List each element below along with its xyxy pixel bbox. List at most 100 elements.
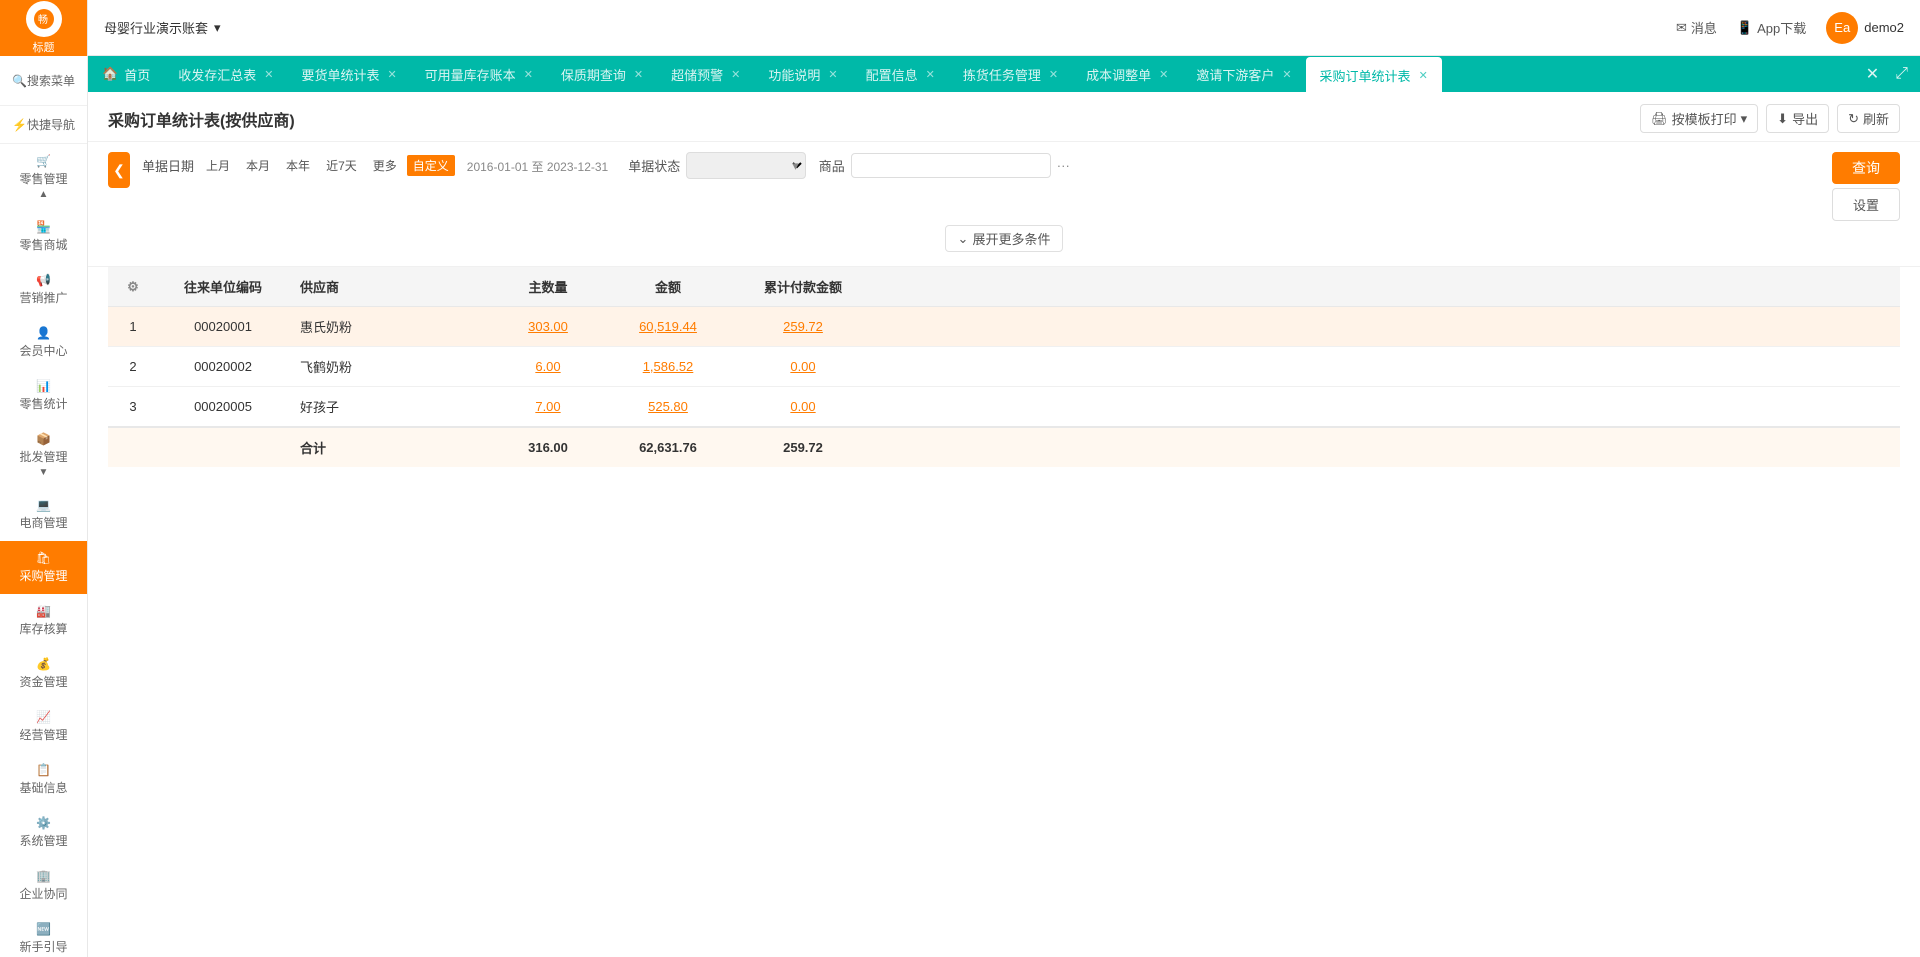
sidebar-item-finance[interactable]: 💰 资金管理 (0, 647, 87, 700)
shortcut-this-year[interactable]: 本年 (280, 155, 316, 176)
stats-icon: 📊 (36, 379, 51, 393)
column-settings-icon[interactable]: ⚙ (127, 279, 139, 295)
cell-amount[interactable]: 525.80 (608, 387, 728, 428)
cell-seq: 3 (108, 387, 158, 428)
cell-amount[interactable]: 60,519.44 (608, 307, 728, 347)
cell-supplier: 飞鹤奶粉 (288, 347, 488, 387)
tab-close-icon[interactable]: ✕ (634, 68, 643, 81)
sidebar-item-ecommerce[interactable]: 💻 电商管理 (0, 488, 87, 541)
tab-order-stats[interactable]: 要货单统计表 ✕ (287, 56, 410, 92)
cell-qty[interactable]: 303.00 (488, 307, 608, 347)
guide-icon: 🆕 (36, 922, 51, 936)
shortcut-last-month[interactable]: 上月 (200, 155, 236, 176)
sidebar-item-member[interactable]: 👤 会员中心 (0, 316, 87, 369)
quick-nav-item[interactable]: ⚡ 快捷导航 (0, 110, 87, 139)
tab-overstock-warning[interactable]: 超储预警 ✕ (657, 56, 754, 92)
status-filter-label: 单据状态 (628, 156, 680, 175)
cell-empty (878, 307, 1900, 347)
cell-supplier: 好孩子 (288, 387, 488, 428)
sidebar-logo[interactable]: 畅 标题 (0, 0, 87, 56)
tab-close-icon[interactable]: ✕ (387, 68, 396, 81)
sidebar-item-retail-stats[interactable]: 📊 零售统计 (0, 369, 87, 422)
footer-qty: 316.00 (488, 427, 608, 467)
shortcut-7days[interactable]: 近7天 (320, 155, 363, 176)
table-footer: 合计 316.00 62,631.76 259.72 (108, 427, 1900, 467)
search-menu-item[interactable]: 🔍 搜索菜单 (8, 66, 79, 95)
search-icon: 🔍 (12, 74, 27, 88)
shortcut-this-month[interactable]: 本月 (240, 155, 276, 176)
tab-close-icon[interactable]: ✕ (828, 68, 837, 81)
col-header-supplier: 供应商 (288, 267, 488, 307)
table-row: 3 00020005 好孩子 7.00 525.80 0.00 (108, 387, 1900, 428)
inventory-icon: 🏭 (36, 604, 51, 618)
tab-close-icon[interactable]: ✕ (1049, 68, 1058, 81)
chevron-down-icon: ▲ (39, 189, 49, 200)
sidebar-item-new-guide[interactable]: 🆕 新手引导 (0, 912, 87, 957)
cell-code: 00020001 (158, 307, 288, 347)
sidebar-item-retail[interactable]: 🛒 零售管理 ▲ (0, 144, 87, 210)
finance-icon: 💰 (36, 657, 51, 671)
cell-paid[interactable]: 0.00 (728, 387, 878, 428)
query-button[interactable]: 查询 (1832, 152, 1900, 184)
sidebar-item-inventory[interactable]: 🏭 库存核算 (0, 594, 87, 647)
tab-available-stock[interactable]: 可用量库存账本 ✕ (411, 56, 547, 92)
filter-settings-button[interactable]: 设置 (1832, 188, 1900, 221)
expand-more-button[interactable]: ⌄ 展开更多条件 (945, 225, 1064, 252)
custom-date-badge[interactable]: 自定义 (407, 155, 455, 176)
sidebar-item-sys-mgmt[interactable]: ⚙️ 系统管理 (0, 806, 87, 859)
cell-paid[interactable]: 0.00 (728, 347, 878, 387)
cell-code: 00020005 (158, 387, 288, 428)
cell-paid[interactable]: 259.72 (728, 307, 878, 347)
tab-home[interactable]: 🏠 首页 (88, 56, 164, 92)
cell-qty[interactable]: 6.00 (488, 347, 608, 387)
tab-warranty-query[interactable]: 保质期查询 ✕ (547, 56, 657, 92)
app-download-button[interactable]: 📱 App下载 (1737, 18, 1806, 37)
tab-close-icon[interactable]: ✕ (264, 68, 273, 81)
sidebar-search-section: 🔍 搜索菜单 (0, 56, 87, 106)
col-header-paid: 累计付款金额 (728, 267, 878, 307)
refresh-button[interactable]: ↻ 刷新 (1837, 104, 1900, 133)
tab-cost-adjust[interactable]: 成本调整单 ✕ (1072, 56, 1182, 92)
tab-close-icon[interactable]: ✕ (731, 68, 740, 81)
cell-qty[interactable]: 7.00 (488, 387, 608, 428)
sidebar-item-enterprise[interactable]: 🏢 企业协同 (0, 859, 87, 912)
chevron-down-icon: ▾ (1741, 111, 1748, 127)
tab-close-icon[interactable]: ✕ (1419, 69, 1428, 82)
sidebar-item-marketing[interactable]: 📢 营销推广 (0, 263, 87, 316)
tab-close-icon[interactable]: ✕ (926, 68, 935, 81)
status-select[interactable]: 待审核 已审核 已完成 (686, 152, 806, 179)
tab-close-icon[interactable]: ✕ (1282, 68, 1291, 81)
print-button[interactable]: 🖨 按模板打印 ▾ (1640, 104, 1758, 133)
purchase-icon: 🛍 (36, 551, 51, 565)
tab-receive-summary[interactable]: 收发存汇总表 ✕ (164, 56, 287, 92)
export-button[interactable]: ⬇ 导出 (1766, 104, 1829, 133)
tabbar-actions: ✕ ⤢ (1862, 60, 1920, 88)
tab-config-info[interactable]: 配置信息 ✕ (852, 56, 949, 92)
tab-close-icon[interactable]: ✕ (1159, 68, 1168, 81)
message-button[interactable]: ✉ 消息 (1676, 18, 1717, 37)
sidebar-item-retail-mall[interactable]: 🏪 零售商城 (0, 210, 87, 263)
tab-purchase-stats[interactable]: 采购订单统计表 ✕ (1306, 57, 1442, 92)
sidebar-item-base-info[interactable]: 📋 基础信息 (0, 753, 87, 806)
tab-pick-task[interactable]: 拣货任务管理 ✕ (949, 56, 1072, 92)
filter-collapse-button[interactable]: ❮ (108, 152, 130, 188)
tab-func-desc[interactable]: 功能说明 ✕ (754, 56, 851, 92)
sidebar-item-operation[interactable]: 📈 经营管理 (0, 700, 87, 753)
tab-invite-downstream[interactable]: 邀请下游客户 ✕ (1182, 56, 1305, 92)
tab-close-icon[interactable]: ✕ (524, 68, 533, 81)
shortcut-more[interactable]: 更多 (367, 155, 403, 176)
cell-seq: 1 (108, 307, 158, 347)
cell-amount[interactable]: 1,586.52 (608, 347, 728, 387)
main-content: 母婴行业演示账套 ▾ ✉ 消息 📱 App下载 Ea demo2 🏠 首页 (88, 0, 1920, 957)
table-body: 1 00020001 惠氏奶粉 303.00 60,519.44 259.72 … (108, 307, 1900, 428)
more-options-icon[interactable]: ··· (1057, 158, 1070, 173)
user-menu[interactable]: Ea demo2 (1826, 12, 1904, 44)
company-selector[interactable]: 母婴行业演示账套 ▾ (104, 18, 221, 37)
sidebar-item-purchase[interactable]: 🛍 采购管理 (0, 541, 87, 594)
data-table: ⚙ 往来单位编码 供应商 主数量 金额 累计付款金额 1 00020001 (108, 267, 1900, 467)
tab-close-all-button[interactable]: ✕ (1862, 60, 1883, 88)
goods-search-input[interactable] (851, 153, 1051, 178)
table-row: 2 00020002 飞鹤奶粉 6.00 1,586.52 0.00 (108, 347, 1900, 387)
tab-expand-button[interactable]: ⤢ (1891, 61, 1912, 87)
sidebar-item-wholesale[interactable]: 📦 批发管理 ▼ (0, 422, 87, 488)
